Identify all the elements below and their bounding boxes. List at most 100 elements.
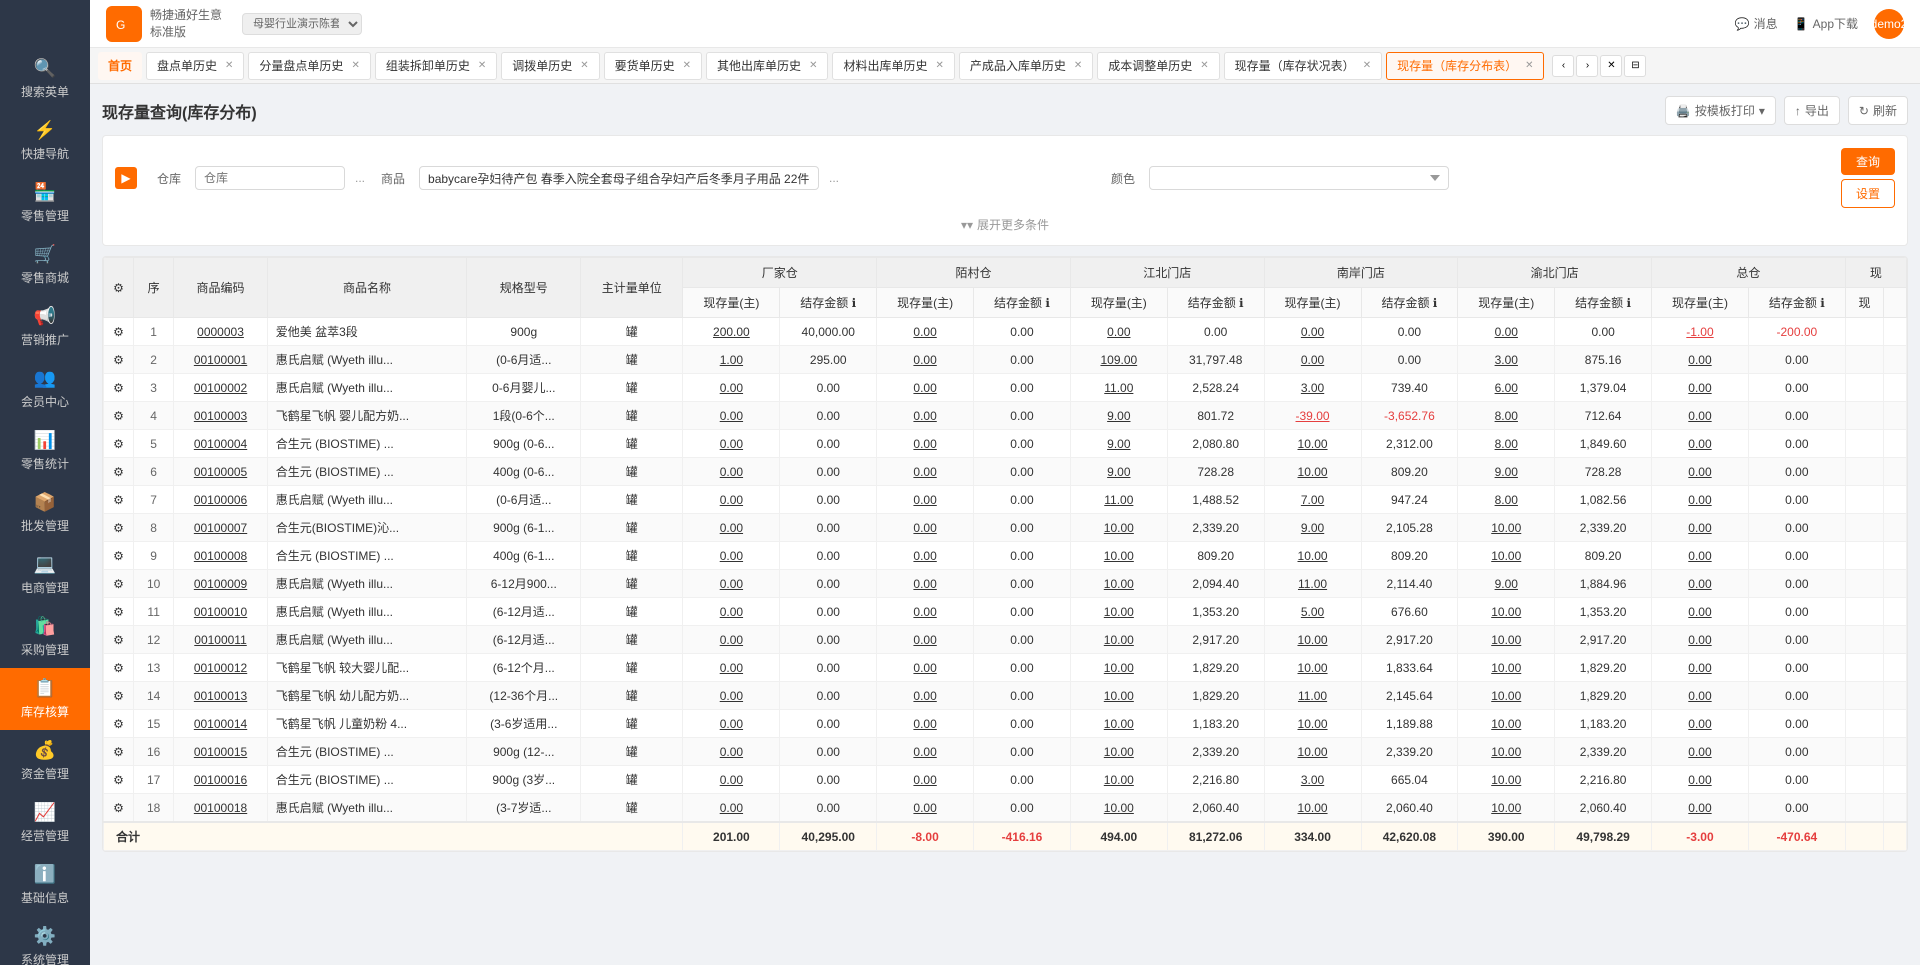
gear-cell[interactable]: ⚙ [104, 682, 134, 710]
c5-qty[interactable]: 10.00 [1458, 766, 1555, 794]
tab-close-combo[interactable]: ✕ [478, 60, 486, 71]
sidebar-item-purchase[interactable]: 🛍️ 采购管理 [0, 606, 90, 668]
c3-qty[interactable]: 0.00 [1070, 318, 1167, 346]
tab-inventory-single[interactable]: 盘点单历史 ✕ [146, 52, 244, 80]
c2-qty[interactable]: 0.00 [877, 318, 974, 346]
c3-qty[interactable]: 10.00 [1070, 626, 1167, 654]
export-btn[interactable]: ↑ 导出 [1784, 96, 1840, 125]
c1-qty[interactable]: 0.00 [683, 654, 780, 682]
settings-btn[interactable]: 设置 [1841, 179, 1895, 208]
t-qty[interactable]: 0.00 [1652, 682, 1749, 710]
app-download-btn[interactable]: 📱 App下载 [1794, 15, 1858, 32]
product-input[interactable] [419, 166, 819, 190]
t-qty[interactable]: -1.00 [1652, 318, 1749, 346]
c4-qty[interactable]: 10.00 [1264, 626, 1361, 654]
t-qty[interactable]: 0.00 [1652, 430, 1749, 458]
c4-qty[interactable]: 10.00 [1264, 738, 1361, 766]
c1-qty[interactable]: 0.00 [683, 458, 780, 486]
tab-close-all-btn[interactable]: ✕ [1600, 55, 1622, 77]
t-qty[interactable]: 0.00 [1652, 514, 1749, 542]
c5-qty[interactable]: 9.00 [1458, 570, 1555, 598]
c2-qty[interactable]: 0.00 [877, 458, 974, 486]
t-qty[interactable]: 0.00 [1652, 458, 1749, 486]
c3-qty[interactable]: 11.00 [1070, 374, 1167, 402]
product-code[interactable]: 00100007 [174, 514, 267, 542]
c3-qty[interactable]: 10.00 [1070, 794, 1167, 823]
t-qty[interactable]: 0.00 [1652, 626, 1749, 654]
c4-qty[interactable]: 7.00 [1264, 486, 1361, 514]
gear-cell[interactable]: ⚙ [104, 346, 134, 374]
product-code[interactable]: 00100018 [174, 794, 267, 823]
c5-qty[interactable]: 8.00 [1458, 430, 1555, 458]
sidebar-item-retail-shop[interactable]: 🛒 零售商城 [0, 234, 90, 296]
c1-qty[interactable]: 0.00 [683, 486, 780, 514]
c5-qty[interactable]: 10.00 [1458, 598, 1555, 626]
c1-qty[interactable]: 0.00 [683, 514, 780, 542]
c4-qty[interactable]: 10.00 [1264, 430, 1361, 458]
tab-prev-btn[interactable]: ‹ [1552, 55, 1574, 77]
c5-qty[interactable]: 10.00 [1458, 738, 1555, 766]
c4-qty[interactable]: 10.00 [1264, 710, 1361, 738]
tab-inventory-dist[interactable]: 现存量（库存分布表） ✕ [1386, 52, 1544, 80]
gear-cell[interactable]: ⚙ [104, 794, 134, 823]
t-qty[interactable]: 0.00 [1652, 402, 1749, 430]
product-code[interactable]: 00100001 [174, 346, 267, 374]
product-code[interactable]: 0000003 [174, 318, 267, 346]
c1-qty[interactable]: 0.00 [683, 626, 780, 654]
c5-qty[interactable]: 8.00 [1458, 486, 1555, 514]
t-qty[interactable]: 0.00 [1652, 598, 1749, 626]
gear-cell[interactable]: ⚙ [104, 374, 134, 402]
tab-dist-inventory[interactable]: 分量盘点单历史 ✕ [248, 52, 370, 80]
c4-qty[interactable]: 10.00 [1264, 794, 1361, 823]
c3-qty[interactable]: 11.00 [1070, 486, 1167, 514]
product-code[interactable]: 00100013 [174, 682, 267, 710]
tab-cost-adjust[interactable]: 成本调整单历史 ✕ [1097, 52, 1219, 80]
c2-qty[interactable]: 0.00 [877, 654, 974, 682]
sidebar-item-members[interactable]: 👥 会员中心 [0, 358, 90, 420]
c3-qty[interactable]: 10.00 [1070, 738, 1167, 766]
product-code[interactable]: 00100014 [174, 710, 267, 738]
gear-cell[interactable]: ⚙ [104, 710, 134, 738]
product-code[interactable]: 00100005 [174, 458, 267, 486]
c5-qty[interactable]: 10.00 [1458, 682, 1555, 710]
tab-combo[interactable]: 组装拆卸单历史 ✕ [375, 52, 497, 80]
c3-qty[interactable]: 10.00 [1070, 654, 1167, 682]
sidebar-item-wholesale[interactable]: 📦 批发管理 [0, 482, 90, 544]
sidebar-item-ecommerce[interactable]: 💻 电商管理 [0, 544, 90, 606]
tab-close-cost-adjust[interactable]: ✕ [1200, 60, 1208, 71]
tab-close-dist[interactable]: ✕ [351, 60, 359, 71]
gear-cell[interactable]: ⚙ [104, 486, 134, 514]
c1-qty[interactable]: 0.00 [683, 542, 780, 570]
industry-select[interactable]: 母婴行业演示陈套 [242, 13, 362, 35]
t-qty[interactable]: 0.00 [1652, 346, 1749, 374]
c5-qty[interactable]: 9.00 [1458, 458, 1555, 486]
product-code[interactable]: 00100003 [174, 402, 267, 430]
sidebar-item-operations[interactable]: 📈 经营管理 [0, 792, 90, 854]
tab-inventory-status[interactable]: 现存量（库存状况表） ✕ [1224, 52, 1382, 80]
c2-qty[interactable]: 0.00 [877, 570, 974, 598]
sidebar-item-search[interactable]: 🔍 搜索英单 [0, 48, 90, 110]
sidebar-item-retail-mgmt[interactable]: 🏪 零售管理 [0, 172, 90, 234]
c4-qty[interactable]: 10.00 [1264, 542, 1361, 570]
gear-cell[interactable]: ⚙ [104, 598, 134, 626]
c3-qty[interactable]: 10.00 [1070, 570, 1167, 598]
avatar[interactable]: demo2 [1874, 9, 1904, 39]
product-code[interactable]: 00100002 [174, 374, 267, 402]
c1-qty[interactable]: 1.00 [683, 346, 780, 374]
c5-qty[interactable]: 10.00 [1458, 542, 1555, 570]
c3-qty[interactable]: 10.00 [1070, 710, 1167, 738]
c2-qty[interactable]: 0.00 [877, 542, 974, 570]
c4-qty[interactable]: 10.00 [1264, 654, 1361, 682]
c3-qty[interactable]: 10.00 [1070, 766, 1167, 794]
product-dots-btn[interactable]: ... [829, 171, 839, 185]
product-code[interactable]: 00100011 [174, 626, 267, 654]
tab-menu-btn[interactable]: ⊟ [1624, 55, 1646, 77]
product-code[interactable]: 00100008 [174, 542, 267, 570]
c1-qty[interactable]: 0.00 [683, 570, 780, 598]
c4-qty[interactable]: 3.00 [1264, 766, 1361, 794]
tab-requisition[interactable]: 要货单历史 ✕ [604, 52, 702, 80]
sidebar-item-inventory[interactable]: 📋 库存核算 [0, 668, 90, 730]
t-qty[interactable]: 0.00 [1652, 654, 1749, 682]
c5-qty[interactable]: 3.00 [1458, 346, 1555, 374]
c3-qty[interactable]: 9.00 [1070, 458, 1167, 486]
